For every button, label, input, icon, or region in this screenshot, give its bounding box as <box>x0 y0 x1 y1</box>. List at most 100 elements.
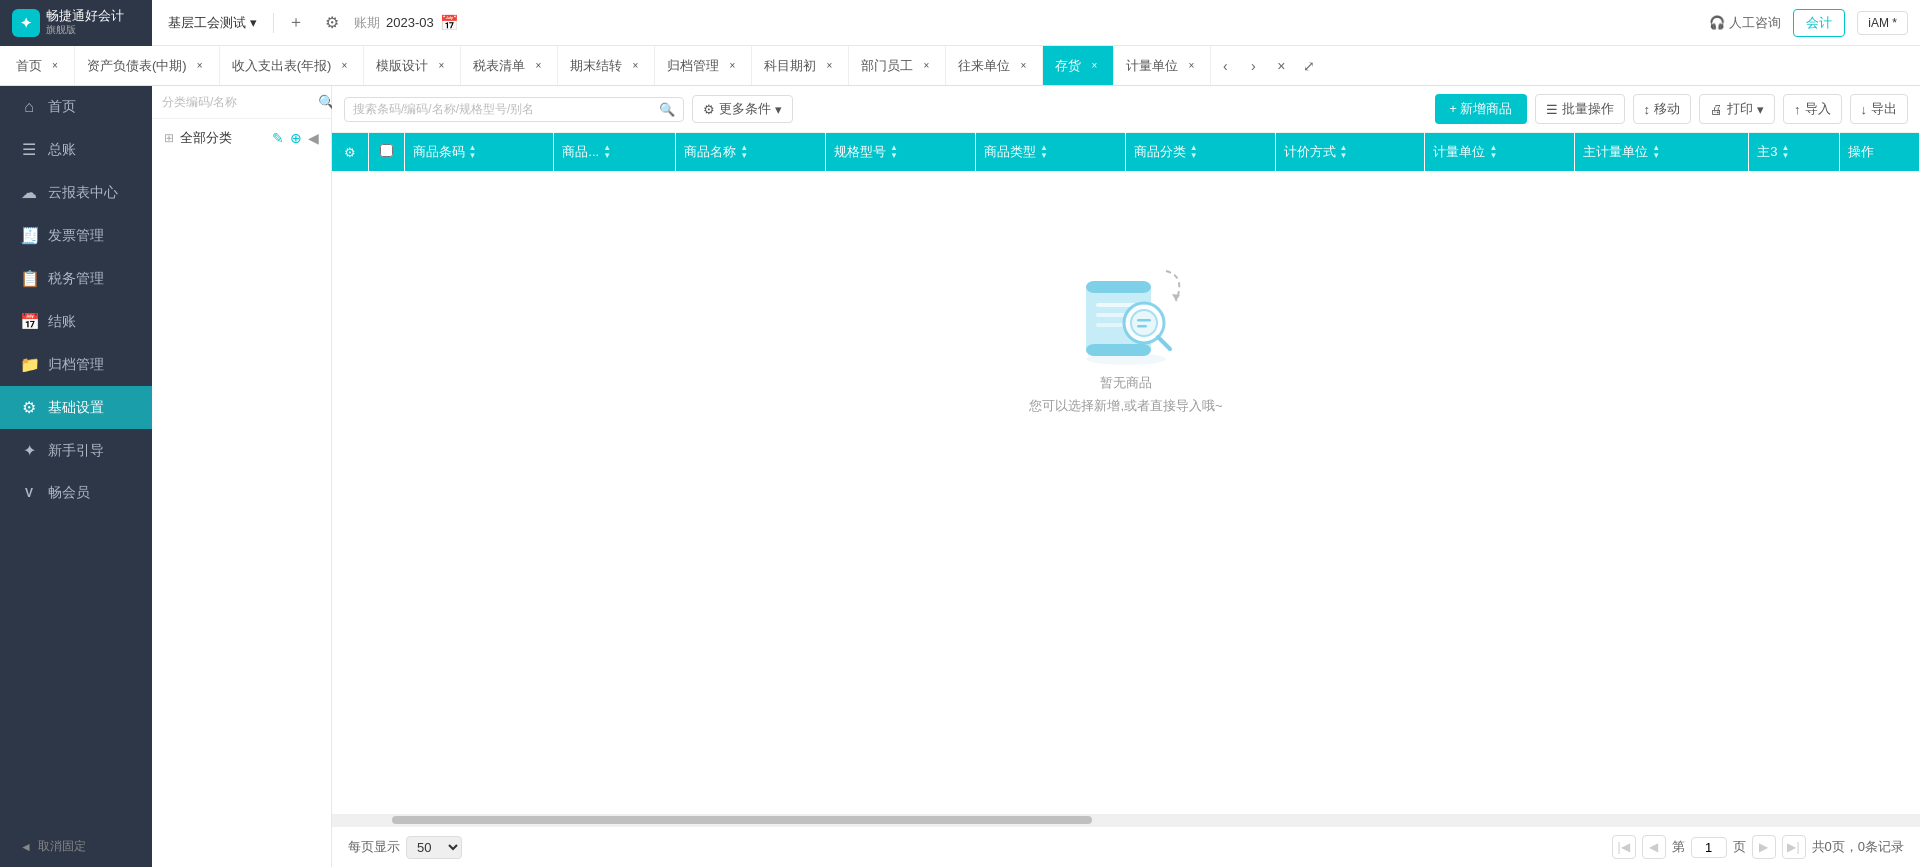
svg-rect-11 <box>1137 325 1147 328</box>
tab-income-close[interactable]: × <box>337 59 351 73</box>
export-button[interactable]: ↓ 导出 <box>1850 94 1909 124</box>
sidebar-item-archive[interactable]: 📁 归档管理 <box>0 343 152 386</box>
tab-home[interactable]: 首页 × <box>4 46 75 86</box>
th-code[interactable]: 商品... ▲▼ <box>554 133 676 171</box>
collapse-panel-icon[interactable]: ◀ <box>308 130 319 146</box>
tab-dept-close[interactable]: × <box>919 59 933 73</box>
print-button[interactable]: 🖨 打印 ▾ <box>1699 94 1775 124</box>
tab-inventory[interactable]: 存货 × <box>1043 46 1114 86</box>
calendar-icon[interactable]: 📅 <box>440 14 459 32</box>
scrollbar-thumb[interactable] <box>392 816 1092 824</box>
sidebar-item-close[interactable]: 📅 结账 <box>0 300 152 343</box>
tab-subject[interactable]: 科目期初 × <box>752 46 849 86</box>
th-name[interactable]: 商品名称 ▲▼ <box>676 133 826 171</box>
company-selector[interactable]: 基层工会测试 ▾ <box>160 10 265 36</box>
more-filter-button[interactable]: ⚙ 更多条件 ▾ <box>692 95 793 123</box>
th-type[interactable]: 商品类型 ▲▼ <box>975 133 1125 171</box>
invoice-icon: 🧾 <box>20 226 38 245</box>
page-first-button[interactable]: |◀ <box>1612 835 1636 859</box>
tab-template-close[interactable]: × <box>434 59 448 73</box>
th-checkbox[interactable] <box>368 133 404 171</box>
page-last-button[interactable]: ▶| <box>1782 835 1806 859</box>
add-product-button[interactable]: + 新增商品 <box>1435 94 1526 124</box>
logo-icon: ✦ <box>12 9 40 37</box>
tab-taxclear[interactable]: 税表清单 × <box>461 46 558 86</box>
toolbar-search-icon[interactable]: 🔍 <box>659 102 675 117</box>
sidebar-item-reports[interactable]: ☁ 云报表中心 <box>0 171 152 214</box>
table-container: ⚙ 商品条码 ▲▼ 商品... ▲ <box>332 133 1920 814</box>
tab-next-button[interactable]: › <box>1239 46 1267 86</box>
tab-partner[interactable]: 往来单位 × <box>946 46 1043 86</box>
account-button[interactable]: 会计 <box>1793 9 1845 37</box>
tab-period-close[interactable]: × <box>628 59 642 73</box>
th-col3[interactable]: 主3 ▲▼ <box>1749 133 1840 171</box>
add-button[interactable]: ＋ <box>282 9 310 37</box>
tab-prev-button[interactable]: ‹ <box>1211 46 1239 86</box>
per-page-label: 每页显示 <box>348 838 400 856</box>
tab-archive-close[interactable]: × <box>725 59 739 73</box>
th-settings[interactable]: ⚙ <box>332 133 368 171</box>
move-button[interactable]: ↕ 移动 <box>1633 94 1692 124</box>
tab-expand-button[interactable]: ⤢ <box>1295 46 1323 86</box>
sort-arrows-category: ▲▼ <box>1190 144 1198 160</box>
empty-illustration <box>1056 251 1196 371</box>
sort-arrows-main-unit: ▲▼ <box>1652 144 1660 160</box>
sidebar-item-member[interactable]: V 畅会员 <box>0 472 152 514</box>
sidebar-item-invoice[interactable]: 🧾 发票管理 <box>0 214 152 257</box>
th-spec-label: 规格型号 <box>834 143 886 161</box>
tab-partner-close[interactable]: × <box>1016 59 1030 73</box>
tab-template[interactable]: 模版设计 × <box>364 46 461 86</box>
sidebar-item-basic[interactable]: ⚙ 基础设置 <box>0 386 152 429</box>
sidebar-item-tax[interactable]: 📋 税务管理 <box>0 257 152 300</box>
tab-balance-close[interactable]: × <box>193 59 207 73</box>
settings-button[interactable]: ⚙ <box>318 9 346 37</box>
iam-badge[interactable]: iAM * <box>1857 11 1908 35</box>
th-spec[interactable]: 规格型号 ▲▼ <box>826 133 976 171</box>
th-category[interactable]: 商品分类 ▲▼ <box>1125 133 1275 171</box>
tab-dept[interactable]: 部门员工 × <box>849 46 946 86</box>
page-next-button[interactable]: ▶ <box>1752 835 1776 859</box>
batch-icon: ☰ <box>1546 102 1558 117</box>
page-size-area: 每页显示 50 10 20 100 <box>348 836 462 859</box>
tab-balance[interactable]: 资产负债表(中期) × <box>75 46 220 86</box>
tab-period[interactable]: 期末结转 × <box>558 46 655 86</box>
sidebar-item-ledger[interactable]: ☰ 总账 <box>0 128 152 171</box>
tab-income[interactable]: 收入支出表(年报) × <box>220 46 365 86</box>
th-main-unit[interactable]: 主计量单位 ▲▼ <box>1575 133 1749 171</box>
th-barcode[interactable]: 商品条码 ▲▼ <box>404 133 554 171</box>
page-number-input[interactable] <box>1691 837 1727 858</box>
per-page-select[interactable]: 50 10 20 100 <box>406 836 462 859</box>
batch-label: 批量操作 <box>1562 100 1614 118</box>
page-prev-button[interactable]: ◀ <box>1642 835 1666 859</box>
unpin-button[interactable]: ◄ 取消固定 <box>0 826 152 867</box>
th-col3-label: 主3 <box>1757 143 1777 161</box>
edit-category-icon[interactable]: ✎ <box>272 130 284 146</box>
th-price-method[interactable]: 计价方式 ▲▼ <box>1275 133 1425 171</box>
sidebar-item-home[interactable]: ⌂ 首页 <box>0 86 152 128</box>
import-button[interactable]: ↑ 导入 <box>1783 94 1842 124</box>
grid-icon: ⊞ <box>164 131 174 145</box>
th-unit[interactable]: 计量单位 ▲▼ <box>1425 133 1575 171</box>
print-label: 打印 <box>1727 100 1753 118</box>
tab-inventory-close[interactable]: × <box>1087 59 1101 73</box>
toolbar-search-input[interactable] <box>353 102 653 116</box>
tab-home-close[interactable]: × <box>48 59 62 73</box>
category-header: ⊞ 全部分类 ✎ ⊕ ◀ <box>152 119 331 157</box>
add-category-icon[interactable]: ⊕ <box>290 130 302 146</box>
sidebar-item-guide[interactable]: ✦ 新手引导 <box>0 429 152 472</box>
cloud-icon: ☁ <box>20 183 38 202</box>
tab-archive[interactable]: 归档管理 × <box>655 46 752 86</box>
select-all-checkbox[interactable] <box>380 144 393 157</box>
tab-taxclear-close[interactable]: × <box>531 59 545 73</box>
category-search-input[interactable] <box>162 95 312 109</box>
app-name: 畅捷通好会计 <box>46 8 124 24</box>
logo-area: ✦ 畅捷通好会计 旗舰版 <box>0 0 152 46</box>
tab-unit[interactable]: 计量单位 × <box>1114 46 1211 86</box>
horizontal-scrollbar[interactable] <box>332 814 1920 826</box>
consult-button[interactable]: 🎧 人工咨询 <box>1709 14 1781 32</box>
tab-close-all-button[interactable]: × <box>1267 46 1295 86</box>
tab-subject-close[interactable]: × <box>822 59 836 73</box>
tab-unit-close[interactable]: × <box>1184 59 1198 73</box>
svg-marker-12 <box>1172 294 1180 301</box>
batch-operation-button[interactable]: ☰ 批量操作 <box>1535 94 1625 124</box>
